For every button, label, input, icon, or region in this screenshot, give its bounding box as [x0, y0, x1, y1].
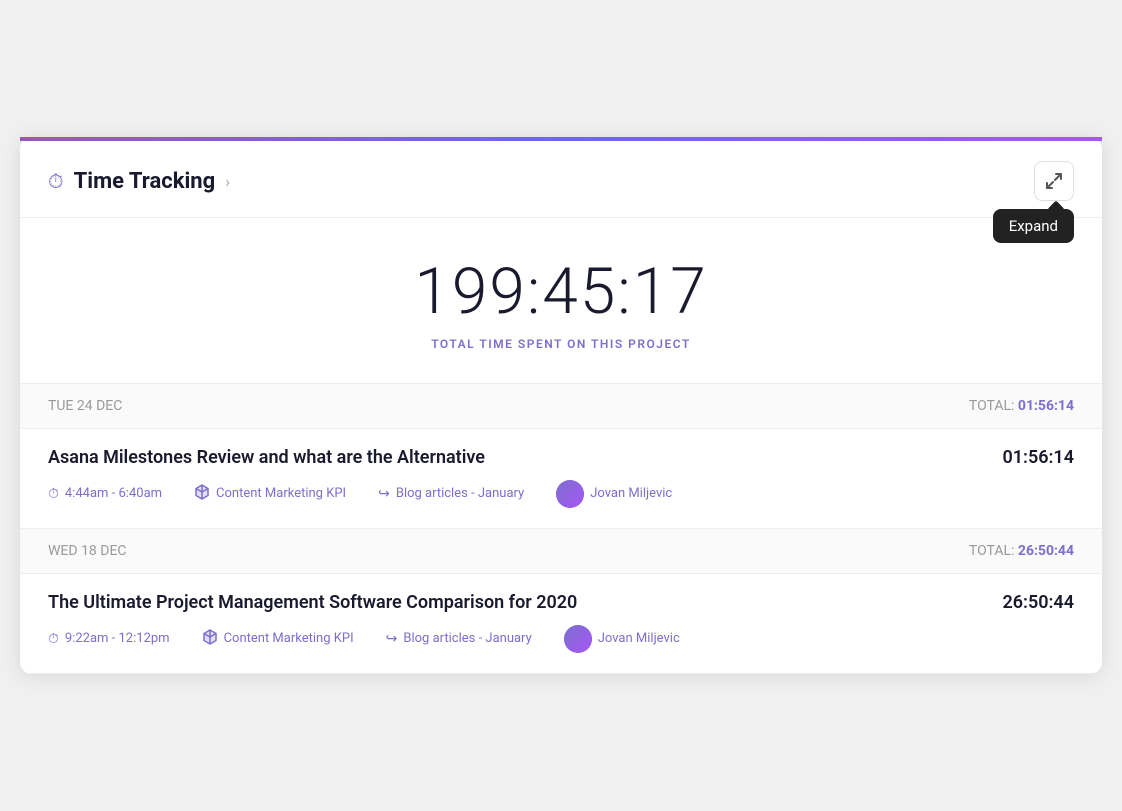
assignee-1-0: Jovan Miljevic [564, 625, 680, 653]
day-header-0: TUE 24 DEC TOTAL: 01:56:14 [20, 384, 1102, 429]
day-section-0: TUE 24 DEC TOTAL: 01:56:14 Asana Milesto… [20, 384, 1102, 529]
time-range-text-1-0: 9:22am - 12:12pm [65, 630, 170, 648]
total-section: 199:45:17 TOTAL TIME SPENT ON THIS PROJE… [20, 218, 1102, 384]
day-label-0: TUE 24 DEC [48, 398, 122, 414]
assignee-0-0: Jovan Miljevic [556, 480, 672, 508]
total-time-label: TOTAL TIME SPENT ON THIS PROJECT [48, 337, 1074, 351]
day-label-1: WED 18 DEC [48, 543, 127, 559]
entry-1-0: The Ultimate Project Management Software… [20, 574, 1102, 673]
entry-0-0-row2: ⏱ 4:44am - 6:40am Content Marketing KPI … [48, 480, 1074, 508]
project-text-0-0: Content Marketing KPI [216, 485, 346, 503]
task-1-0: ↪ Blog articles - January [386, 630, 532, 648]
chevron-icon: › [225, 172, 230, 191]
entry-title-0-0: Asana Milestones Review and what are the… [48, 447, 485, 468]
timer-icon: ⏱ [48, 169, 64, 193]
expand-btn-wrapper: Expand [1034, 161, 1074, 201]
card-header: ⏱ Time Tracking › Expand [20, 141, 1102, 218]
day-total-0: TOTAL: 01:56:14 [969, 398, 1074, 414]
assignee-text-0-0: Jovan Miljevic [590, 485, 672, 503]
time-range-1-0: ⏱ 9:22am - 12:12pm [48, 630, 170, 648]
day-section-1: WED 18 DEC TOTAL: 26:50:44 The Ultimate … [20, 529, 1102, 674]
header-left: ⏱ Time Tracking › [48, 169, 230, 194]
clock-icon-0-0: ⏱ [48, 486, 59, 502]
time-range-text-0-0: 4:44am - 6:40am [65, 485, 162, 503]
project-0-0: Content Marketing KPI [194, 484, 346, 504]
avatar-1-0 [564, 625, 592, 653]
clock-icon-1-0: ⏱ [48, 631, 59, 647]
day-header-1: WED 18 DEC TOTAL: 26:50:44 [20, 529, 1102, 574]
time-tracking-card: ⏱ Time Tracking › Expand 199:45:17 TOTAL… [20, 137, 1102, 674]
entry-duration-0-0: 01:56:14 [1002, 447, 1074, 468]
task-text-0-0: Blog articles - January [396, 485, 524, 503]
total-time-display: 199:45:17 [48, 254, 1074, 329]
project-1-0: Content Marketing KPI [202, 629, 354, 649]
task-text-1-0: Blog articles - January [403, 630, 531, 648]
day-total-1: TOTAL: 26:50:44 [969, 543, 1074, 559]
avatar-0-0 [556, 480, 584, 508]
project-text-1-0: Content Marketing KPI [224, 630, 354, 648]
assignee-text-1-0: Jovan Miljevic [598, 630, 680, 648]
entry-0-0-row1: Asana Milestones Review and what are the… [48, 447, 1074, 468]
expand-button[interactable] [1034, 161, 1074, 201]
entry-duration-1-0: 26:50:44 [1002, 592, 1074, 613]
expand-tooltip: Expand [993, 209, 1074, 243]
arrow-icon-0-0: ↪ [378, 486, 390, 502]
page-title: Time Tracking [74, 169, 216, 194]
arrow-icon-1-0: ↪ [386, 631, 398, 647]
cube-icon-1-0 [202, 629, 218, 649]
entry-1-0-row1: The Ultimate Project Management Software… [48, 592, 1074, 613]
task-0-0: ↪ Blog articles - January [378, 485, 524, 503]
entry-title-1-0: The Ultimate Project Management Software… [48, 592, 577, 613]
cube-icon-0-0 [194, 484, 210, 504]
entry-1-0-row2: ⏱ 9:22am - 12:12pm Content Marketing KPI… [48, 625, 1074, 653]
time-range-0-0: ⏱ 4:44am - 6:40am [48, 485, 162, 503]
entry-0-0: Asana Milestones Review and what are the… [20, 429, 1102, 528]
